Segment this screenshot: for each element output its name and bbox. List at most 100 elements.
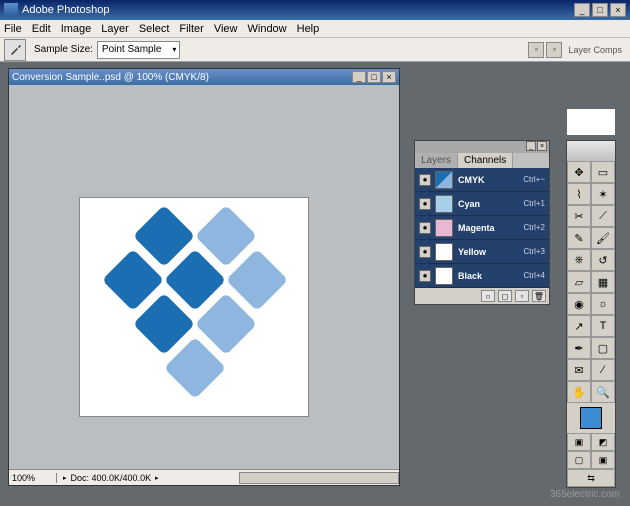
canvas-area[interactable]: [9, 85, 399, 469]
eyedropper-tool[interactable]: ⁄: [591, 359, 615, 381]
canvas: [79, 197, 309, 417]
tab-channels[interactable]: Channels: [458, 153, 513, 168]
crop-tool[interactable]: ✂: [567, 205, 591, 227]
navigator-thumbnail[interactable]: [566, 108, 616, 136]
visibility-icon[interactable]: ●: [419, 174, 431, 186]
channel-row-magenta[interactable]: ● Magenta Ctrl+2: [415, 216, 549, 240]
move-tool[interactable]: ✥: [567, 161, 591, 183]
slice-tool[interactable]: ⟋: [591, 205, 615, 227]
marquee-tool[interactable]: ▭: [591, 161, 615, 183]
menu-view[interactable]: View: [214, 23, 238, 35]
load-selection-button[interactable]: ○: [481, 290, 495, 302]
channel-row-cyan[interactable]: ● Cyan Ctrl+1: [415, 192, 549, 216]
hand-tool[interactable]: ✋: [567, 381, 591, 403]
new-channel-button[interactable]: ▫: [515, 290, 529, 302]
jump-button[interactable]: ⇆: [567, 469, 615, 487]
color-wells[interactable]: [567, 403, 615, 433]
foreground-color[interactable]: [580, 407, 602, 429]
lasso-tool[interactable]: ⌇: [567, 183, 591, 205]
path-tool[interactable]: ↗: [567, 315, 591, 337]
gradient-tool[interactable]: ▦: [591, 271, 615, 293]
app-title: Adobe Photoshop: [22, 4, 109, 16]
menu-filter[interactable]: Filter: [179, 23, 203, 35]
palette-well-button-1[interactable]: ▫: [528, 42, 544, 58]
close-button[interactable]: ×: [610, 3, 626, 17]
channel-row-yellow[interactable]: ● Yellow Ctrl+3: [415, 240, 549, 264]
standard-mode-button[interactable]: ▣: [567, 433, 591, 451]
channel-name: Magenta: [458, 223, 495, 233]
sample-size-label: Sample Size:: [34, 44, 93, 55]
zoom-tool[interactable]: 🔍: [591, 381, 615, 403]
screenmode-2-button[interactable]: ▣: [591, 451, 615, 469]
notes-tool[interactable]: ✉: [567, 359, 591, 381]
watermark: 365electric.com: [550, 489, 620, 500]
toolbox-header[interactable]: [567, 141, 615, 161]
dodge-tool[interactable]: ☼: [591, 293, 615, 315]
channels-list: ● CMYK Ctrl+~ ● Cyan Ctrl+1 ● Magenta Ct…: [415, 168, 549, 288]
menu-select[interactable]: Select: [139, 23, 170, 35]
pen-tool[interactable]: ✒: [567, 337, 591, 359]
layer-comps-label[interactable]: Layer Comps: [564, 43, 626, 57]
stamp-tool[interactable]: ⎈: [567, 249, 591, 271]
sample-size-select[interactable]: Point Sample: [97, 41, 180, 59]
channel-row-black[interactable]: ● Black Ctrl+4: [415, 264, 549, 288]
document-statusbar: 100% ▸ Doc: 400.0K/400.0K ▸: [9, 469, 399, 485]
channel-swatch: [435, 219, 453, 237]
eyedropper-tool-icon[interactable]: [4, 39, 26, 61]
blur-tool[interactable]: ◉: [567, 293, 591, 315]
tab-layers[interactable]: Layers: [415, 153, 458, 168]
doc-info[interactable]: ▸ Doc: 400.0K/400.0K ▸: [57, 473, 165, 483]
channel-shortcut: Ctrl+1: [523, 199, 545, 208]
visibility-icon[interactable]: ●: [419, 222, 431, 234]
workspace: Conversion Sample..psd @ 100% (CMYK/8) _…: [0, 62, 630, 506]
eraser-tool[interactable]: ▱: [567, 271, 591, 293]
channel-swatch: [435, 267, 453, 285]
channel-name: Cyan: [458, 199, 480, 209]
channels-panel: _ × Layers Channels ● CMYK Ctrl+~ ● Cyan: [414, 140, 550, 305]
wand-tool[interactable]: ✶: [591, 183, 615, 205]
channel-name: Yellow: [458, 247, 486, 257]
menu-edit[interactable]: Edit: [32, 23, 51, 35]
panel-close-button[interactable]: ×: [537, 141, 547, 151]
document-titlebar[interactable]: Conversion Sample..psd @ 100% (CMYK/8) _…: [9, 69, 399, 85]
artwork: [80, 198, 308, 416]
channel-row-cmyk[interactable]: ● CMYK Ctrl+~: [415, 168, 549, 192]
delete-channel-button[interactable]: 🗑: [532, 290, 546, 302]
menu-image[interactable]: Image: [61, 23, 92, 35]
history-brush-tool[interactable]: ↺: [591, 249, 615, 271]
minimize-button[interactable]: _: [574, 3, 590, 17]
doc-minimize-button[interactable]: _: [352, 71, 366, 83]
visibility-icon[interactable]: ●: [419, 270, 431, 282]
zoom-level[interactable]: 100%: [9, 473, 57, 483]
toolbox: ✥ ▭ ⌇ ✶ ✂ ⟋ ✎ 🖌 ⎈ ↺ ▱ ▦ ◉ ☼ ↗ T ✒ ▢ ✉ ⁄: [566, 140, 616, 488]
menubar: File Edit Image Layer Select Filter View…: [0, 20, 630, 38]
document-title: Conversion Sample..psd @ 100% (CMYK/8): [12, 72, 209, 83]
menu-file[interactable]: File: [4, 23, 22, 35]
heal-tool[interactable]: ✎: [567, 227, 591, 249]
shape-tool[interactable]: ▢: [591, 337, 615, 359]
app-titlebar: Adobe Photoshop _ □ ×: [0, 0, 630, 20]
maximize-button[interactable]: □: [592, 3, 608, 17]
document-window: Conversion Sample..psd @ 100% (CMYK/8) _…: [8, 68, 400, 486]
panel-minimize-button[interactable]: _: [526, 141, 536, 151]
channel-swatch: [435, 171, 453, 189]
menu-help[interactable]: Help: [297, 23, 320, 35]
visibility-icon[interactable]: ●: [419, 246, 431, 258]
horizontal-scrollbar[interactable]: [239, 472, 399, 484]
app-icon: [4, 3, 18, 17]
doc-maximize-button[interactable]: □: [367, 71, 381, 83]
channel-shortcut: Ctrl+3: [523, 247, 545, 256]
screenmode-1-button[interactable]: ▢: [567, 451, 591, 469]
channel-swatch: [435, 243, 453, 261]
visibility-icon[interactable]: ●: [419, 198, 431, 210]
quickmask-button[interactable]: ◩: [591, 433, 615, 451]
channel-name: Black: [458, 271, 482, 281]
menu-layer[interactable]: Layer: [101, 23, 129, 35]
palette-well-button-2[interactable]: ▫: [546, 42, 562, 58]
menu-window[interactable]: Window: [248, 23, 287, 35]
brush-tool[interactable]: 🖌: [591, 227, 615, 249]
type-tool[interactable]: T: [591, 315, 615, 337]
channel-name: CMYK: [458, 175, 485, 185]
save-selection-button[interactable]: ◻: [498, 290, 512, 302]
doc-close-button[interactable]: ×: [382, 71, 396, 83]
